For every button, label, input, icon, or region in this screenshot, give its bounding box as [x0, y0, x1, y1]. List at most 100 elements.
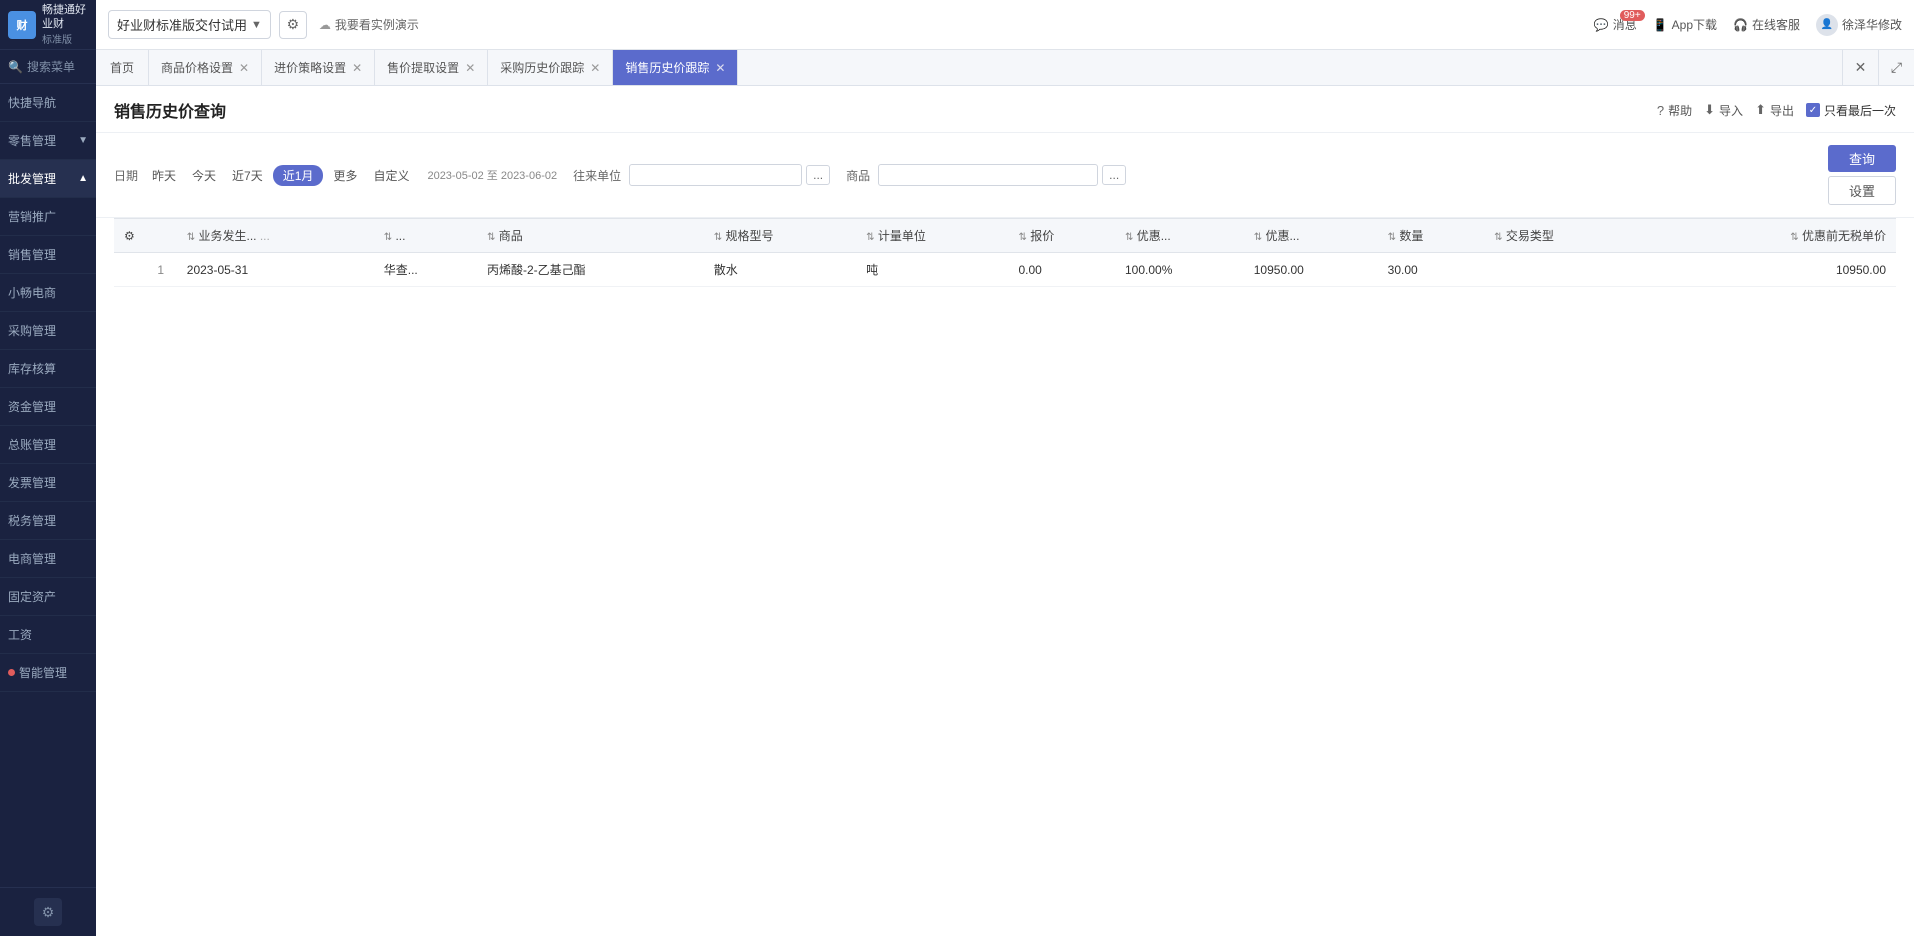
tab-close-icon[interactable]: ✕: [239, 61, 249, 75]
close-tab-button[interactable]: ✕: [1842, 50, 1878, 86]
phone-icon: 📱: [1653, 18, 1668, 32]
th-discount1[interactable]: ⇅ 优惠...: [1115, 219, 1244, 253]
sidebar-item-marketing[interactable]: 营销推广: [0, 198, 96, 236]
sidebar-item-label: 发票管理: [8, 474, 56, 491]
sidebar-item-assets[interactable]: 固定资产: [0, 578, 96, 616]
help-icon: ?: [1657, 103, 1664, 118]
product-input[interactable]: [878, 164, 1098, 186]
sidebar-search[interactable]: 🔍 搜索菜单: [0, 50, 96, 84]
sidebar-item-label: 电商管理: [8, 550, 56, 567]
date-btn-yesterday[interactable]: 昨天: [146, 165, 182, 186]
th-unit[interactable]: ⇅ 计量单位: [856, 219, 1008, 253]
date-btn-last7[interactable]: 近7天: [226, 165, 269, 186]
sidebar-item-purchase[interactable]: 采购管理: [0, 312, 96, 350]
product-dots-button[interactable]: ...: [1102, 165, 1126, 185]
sidebar-item-tax[interactable]: 税务管理: [0, 502, 96, 540]
chevron-down-icon: ▼: [78, 135, 88, 146]
from-unit-input[interactable]: [629, 164, 802, 186]
settings-query-button[interactable]: 设置: [1828, 176, 1896, 205]
sidebar-item-invoice[interactable]: 发票管理: [0, 464, 96, 502]
th-qty[interactable]: ⇅ 数量: [1378, 219, 1485, 253]
sidebar-item-label: 资金管理: [8, 398, 56, 415]
cell-spacer: [1637, 253, 1675, 287]
avatar: 👤: [1816, 14, 1838, 36]
query-actions: 查询 设置: [1828, 145, 1896, 205]
date-btn-today[interactable]: 今天: [186, 165, 222, 186]
app-download-button[interactable]: 📱 App下载: [1653, 16, 1717, 33]
message-button[interactable]: 💬 消息 99+: [1594, 16, 1637, 33]
tab-sale-extract[interactable]: 售价提取设置 ✕: [375, 50, 488, 86]
message-badge: 99+: [1620, 10, 1645, 21]
sidebar-item-label: 营销推广: [8, 208, 56, 225]
sidebar-item-inventory[interactable]: 库存核算: [0, 350, 96, 388]
version-selector[interactable]: 好业财标准版交付试用 ▼: [108, 10, 271, 39]
tab-sales-history[interactable]: 销售历史价跟踪 ✕: [613, 50, 738, 86]
date-btn-more[interactable]: 更多: [327, 165, 363, 186]
tab-home[interactable]: 首页: [96, 50, 149, 86]
chevron-down-icon: ▼: [251, 19, 262, 31]
th-product-code[interactable]: ⇅ ...: [374, 219, 477, 253]
th-product[interactable]: ⇅ 商品: [477, 219, 704, 253]
help-button[interactable]: ? 帮助: [1657, 102, 1692, 119]
th-trade-type[interactable]: ⇅ 交易类型: [1484, 219, 1636, 253]
query-bar: 日期 昨天 今天 近7天 近1月 更多 自定义 2023-05-02 至 202…: [96, 133, 1914, 218]
date-label: 日期: [114, 167, 138, 184]
sidebar-settings-button[interactable]: ⚙: [34, 898, 62, 926]
date-btn-custom[interactable]: 自定义: [367, 165, 415, 186]
tab-price[interactable]: 商品价格设置 ✕: [149, 50, 262, 86]
sidebar-item-label: 零售管理: [8, 132, 56, 149]
gear-icon: ⚙: [124, 229, 135, 243]
th-gear[interactable]: ⚙: [114, 219, 145, 253]
sidebar-item-ledger[interactable]: 总账管理: [0, 426, 96, 464]
tab-label: 售价提取设置: [387, 59, 459, 76]
tab-purchase-strategy[interactable]: 进价策略设置 ✕: [262, 50, 375, 86]
sidebar-item-wholesale[interactable]: 批发管理 ▲: [0, 160, 96, 198]
topbar-right: 💬 消息 99+ 📱 App下载 🎧 在线客服 👤 徐泽华修改: [1594, 14, 1902, 36]
sidebar-item-ecommerce[interactable]: 电商管理: [0, 540, 96, 578]
import-button[interactable]: ⬇ 导入: [1704, 102, 1743, 119]
date-btn-last1m[interactable]: 近1月: [273, 165, 324, 186]
sidebar-item-label: 固定资产: [8, 588, 56, 605]
tabbar-actions: ✕ ⤢: [1842, 50, 1914, 86]
cell-product: 丙烯酸-2-乙基己酯: [477, 253, 704, 287]
sidebar-item-ecommerce-small[interactable]: 小畅电商: [0, 274, 96, 312]
sidebar-item-finance[interactable]: 资金管理: [0, 388, 96, 426]
sidebar-item-label: 总账管理: [8, 436, 56, 453]
user-profile-button[interactable]: 👤 徐泽华修改: [1816, 14, 1902, 36]
th-discount2[interactable]: ⇅ 优惠...: [1244, 219, 1378, 253]
export-button[interactable]: ⬆ 导出: [1755, 102, 1794, 119]
online-service-button[interactable]: 🎧 在线客服: [1733, 16, 1800, 33]
settings-button[interactable]: ⚙: [279, 11, 307, 39]
cell-qty: 30.00: [1378, 253, 1485, 287]
tab-purchase-history[interactable]: 采购历史价跟踪 ✕: [488, 50, 613, 86]
sidebar-item-salary[interactable]: 工资: [0, 616, 96, 654]
maximize-button[interactable]: ⤢: [1878, 50, 1914, 86]
sort-icon: ⇅: [1125, 232, 1133, 243]
from-unit-dots-button[interactable]: ...: [806, 165, 830, 185]
sidebar-item-smart[interactable]: 智能管理: [0, 654, 96, 692]
sidebar-item-sales[interactable]: 销售管理: [0, 236, 96, 274]
query-button[interactable]: 查询: [1828, 145, 1896, 172]
cell-gear: [114, 253, 145, 287]
sort-icon: ⇅: [1790, 232, 1798, 243]
th-num: [145, 219, 177, 253]
tab-close-icon[interactable]: ✕: [715, 61, 725, 75]
page-header: 销售历史价查询 ? 帮助 ⬇ 导入 ⬆ 导出 ✓ 只看最后一次: [96, 86, 1914, 133]
sidebar-item-label: 快捷导航: [8, 94, 56, 111]
sort-icon: ⇅: [714, 232, 722, 243]
sidebar-item-label: 小畅电商: [8, 284, 56, 301]
tab-close-icon[interactable]: ✕: [352, 61, 362, 75]
from-unit-input-wrap: ...: [629, 164, 830, 186]
demo-button[interactable]: ☁ 我要看实例演示: [319, 16, 419, 33]
tab-close-icon[interactable]: ✕: [465, 61, 475, 75]
sort-icon: ⇅: [1019, 232, 1027, 243]
sidebar-item-quicknav[interactable]: 快捷导航: [0, 84, 96, 122]
th-dots-icon[interactable]: ...: [260, 229, 270, 243]
th-pretax-price[interactable]: ⇅ 优惠前无税单价: [1675, 219, 1896, 253]
th-biz-date[interactable]: ⇅ 业务发生... ...: [177, 219, 374, 253]
th-price[interactable]: ⇅ 报价: [1009, 219, 1116, 253]
tab-close-icon[interactable]: ✕: [590, 61, 600, 75]
sidebar-item-retail[interactable]: 零售管理 ▼: [0, 122, 96, 160]
th-spec[interactable]: ⇅ 规格型号: [704, 219, 856, 253]
only-last-checkbox[interactable]: ✓ 只看最后一次: [1806, 102, 1896, 119]
